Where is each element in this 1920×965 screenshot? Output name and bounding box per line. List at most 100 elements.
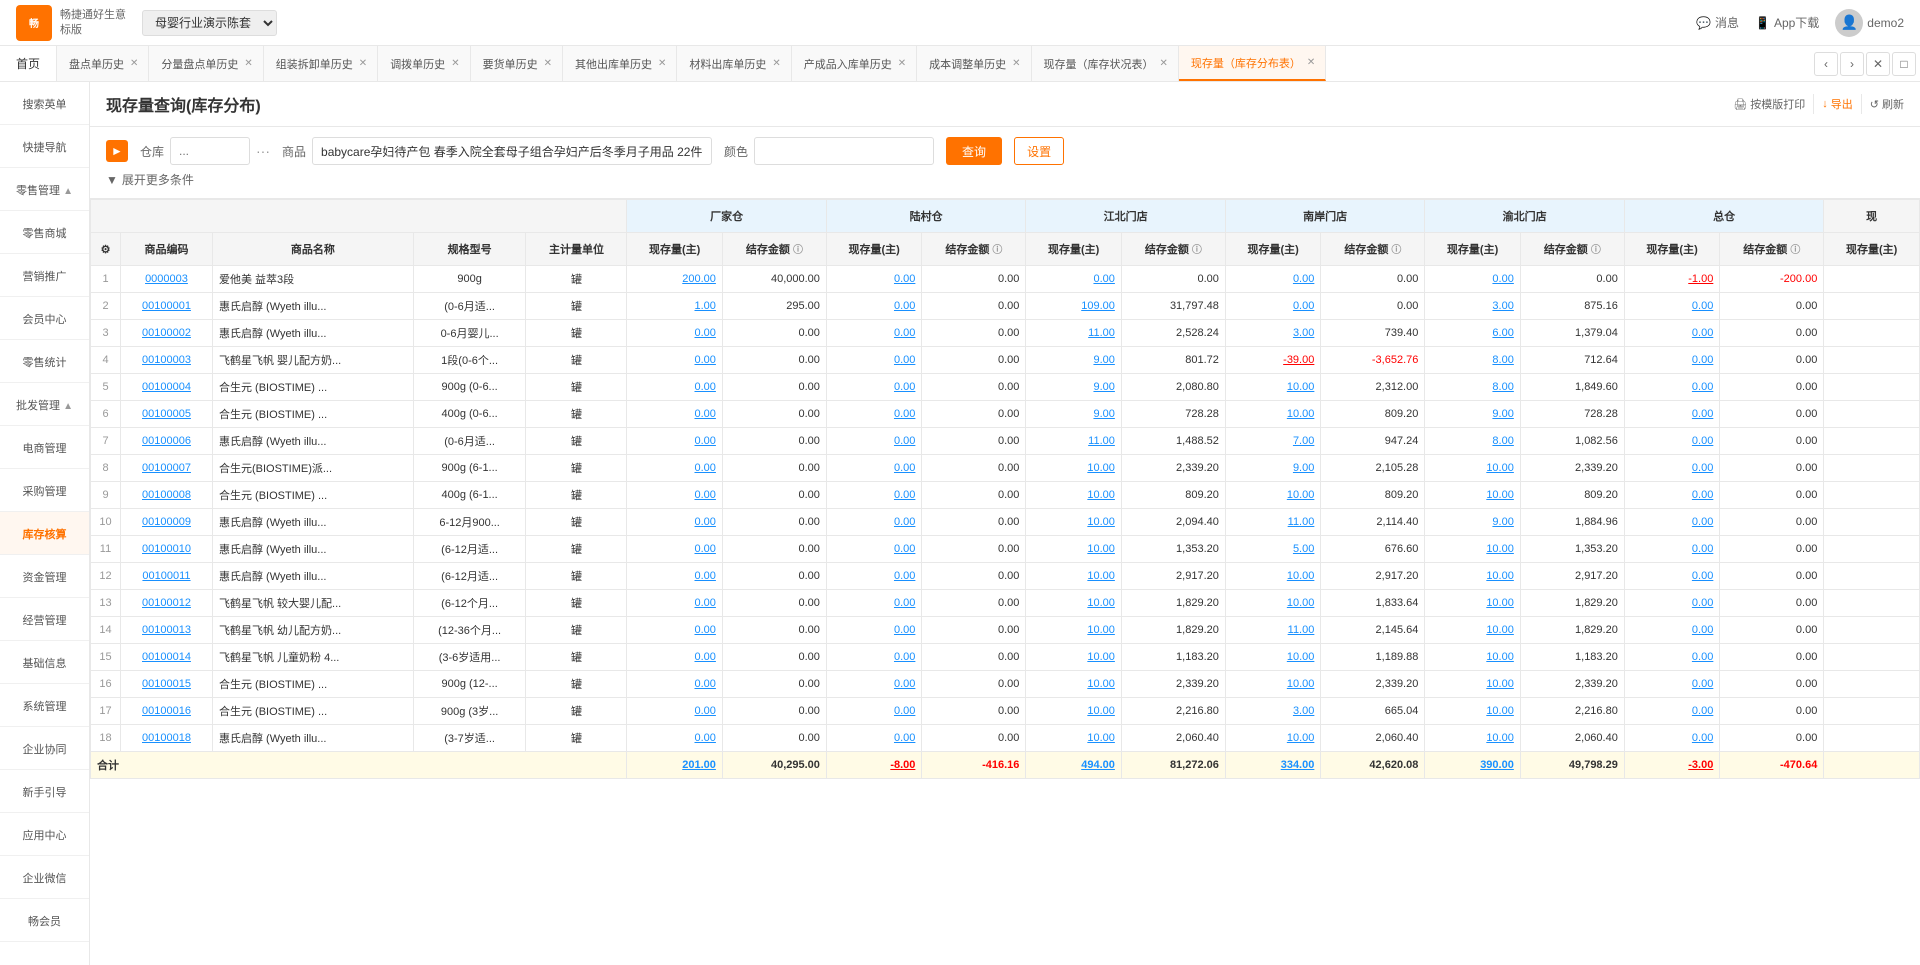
sidebar-item-6[interactable]: 零售统计 bbox=[0, 340, 89, 383]
row-factory-qty[interactable]: 200.00 bbox=[627, 266, 722, 293]
row-yubei-qty[interactable]: 10.00 bbox=[1425, 536, 1520, 563]
nav-dropdown[interactable]: 母婴行业演示陈套 bbox=[142, 10, 277, 36]
row-total-qty[interactable]: 0.00 bbox=[1624, 455, 1719, 482]
sidebar-item-15[interactable]: 企业协同 bbox=[0, 727, 89, 770]
row-nanan-qty[interactable]: 10.00 bbox=[1225, 401, 1320, 428]
summary-jiangbei-qty[interactable]: 494.00 bbox=[1026, 752, 1121, 779]
row-nanan-qty[interactable]: 0.00 bbox=[1225, 293, 1320, 320]
color-input[interactable] bbox=[754, 137, 934, 165]
row-yubei-qty[interactable]: 9.00 bbox=[1425, 401, 1520, 428]
row-yubei-qty[interactable]: 0.00 bbox=[1425, 266, 1520, 293]
row-code[interactable]: 00100011 bbox=[121, 563, 213, 590]
row-lucun-qty[interactable]: 0.00 bbox=[826, 644, 921, 671]
row-nanan-qty[interactable]: 11.00 bbox=[1225, 617, 1320, 644]
row-nanan-qty[interactable]: 10.00 bbox=[1225, 482, 1320, 509]
sidebar-item-9[interactable]: 采购管理 bbox=[0, 469, 89, 512]
sidebar-item-18[interactable]: 企业微信 bbox=[0, 856, 89, 899]
row-yubei-qty[interactable]: 10.00 bbox=[1425, 482, 1520, 509]
row-factory-qty[interactable]: 0.00 bbox=[627, 374, 722, 401]
setting-btn[interactable]: 设置 bbox=[1014, 137, 1064, 165]
row-total-qty[interactable]: 0.00 bbox=[1624, 401, 1719, 428]
tab-item-6[interactable]: 其他出库单历史✕ bbox=[563, 46, 677, 81]
row-code[interactable]: 00100004 bbox=[121, 374, 213, 401]
row-total-qty[interactable]: 0.00 bbox=[1624, 293, 1719, 320]
tab-item-4[interactable]: 调拨单历史✕ bbox=[378, 46, 470, 81]
tab-close-icon[interactable]: ✕ bbox=[772, 58, 780, 69]
row-lucun-qty[interactable]: 0.00 bbox=[826, 509, 921, 536]
row-yubei-qty[interactable]: 9.00 bbox=[1425, 509, 1520, 536]
row-code[interactable]: 00100005 bbox=[121, 401, 213, 428]
row-lucun-qty[interactable]: 0.00 bbox=[826, 347, 921, 374]
row-nanan-qty[interactable]: 3.00 bbox=[1225, 320, 1320, 347]
row-code[interactable]: 00100010 bbox=[121, 536, 213, 563]
tab-item-1[interactable]: 盘点单历史✕ bbox=[57, 46, 149, 81]
row-jiangbei-qty[interactable]: 10.00 bbox=[1026, 671, 1121, 698]
tab-close-icon[interactable]: ✕ bbox=[1160, 58, 1168, 69]
warehouse-input[interactable] bbox=[170, 137, 250, 165]
sidebar-item-10[interactable]: 库存核算 bbox=[0, 512, 89, 555]
summary-yubei-qty[interactable]: 390.00 bbox=[1425, 752, 1520, 779]
row-yubei-qty[interactable]: 10.00 bbox=[1425, 563, 1520, 590]
summary-total-qty[interactable]: -3.00 bbox=[1624, 752, 1719, 779]
tab-item-2[interactable]: 分量盘点单历史✕ bbox=[149, 46, 263, 81]
tab-close-icon[interactable]: ✕ bbox=[359, 58, 367, 69]
user-area[interactable]: 👤 demo2 bbox=[1835, 9, 1904, 37]
sidebar-item-16[interactable]: 新手引导 bbox=[0, 770, 89, 813]
row-lucun-qty[interactable]: 0.00 bbox=[826, 428, 921, 455]
row-code[interactable]: 0000003 bbox=[121, 266, 213, 293]
summary-factory-qty[interactable]: 201.00 bbox=[627, 752, 722, 779]
row-nanan-qty[interactable]: 10.00 bbox=[1225, 374, 1320, 401]
row-lucun-qty[interactable]: 0.00 bbox=[826, 320, 921, 347]
tab-item-8[interactable]: 产成品入库单历史✕ bbox=[792, 46, 917, 81]
row-yubei-qty[interactable]: 10.00 bbox=[1425, 644, 1520, 671]
row-jiangbei-qty[interactable]: 109.00 bbox=[1026, 293, 1121, 320]
th-gear[interactable]: ⚙ bbox=[91, 233, 121, 266]
tab-close-icon[interactable]: ✕ bbox=[658, 58, 666, 69]
row-total-qty[interactable]: 0.00 bbox=[1624, 617, 1719, 644]
row-factory-qty[interactable]: 0.00 bbox=[627, 563, 722, 590]
row-jiangbei-qty[interactable]: 10.00 bbox=[1026, 698, 1121, 725]
row-code[interactable]: 00100008 bbox=[121, 482, 213, 509]
row-jiangbei-qty[interactable]: 9.00 bbox=[1026, 401, 1121, 428]
row-lucun-qty[interactable]: 0.00 bbox=[826, 482, 921, 509]
tab-close-icon[interactable]: ✕ bbox=[451, 58, 459, 69]
row-factory-qty[interactable]: 0.00 bbox=[627, 455, 722, 482]
row-lucun-qty[interactable]: 0.00 bbox=[826, 401, 921, 428]
tab-item-7[interactable]: 材料出库单历史✕ bbox=[677, 46, 791, 81]
row-lucun-qty[interactable]: 0.00 bbox=[826, 266, 921, 293]
row-factory-qty[interactable]: 0.00 bbox=[627, 320, 722, 347]
sidebar-item-19[interactable]: 畅会员 bbox=[0, 899, 89, 942]
row-jiangbei-qty[interactable]: 10.00 bbox=[1026, 617, 1121, 644]
app-download-btn[interactable]: 📱 App下载 bbox=[1755, 14, 1819, 31]
tab-item-5[interactable]: 要货单历史✕ bbox=[471, 46, 563, 81]
row-nanan-qty[interactable]: 3.00 bbox=[1225, 698, 1320, 725]
row-yubei-qty[interactable]: 8.00 bbox=[1425, 347, 1520, 374]
tab-item-11[interactable]: 现存量（库存分布表）✕ bbox=[1179, 46, 1326, 81]
sidebar-item-4[interactable]: 营销推广 bbox=[0, 254, 89, 297]
row-yubei-qty[interactable]: 10.00 bbox=[1425, 617, 1520, 644]
row-lucun-qty[interactable]: 0.00 bbox=[826, 698, 921, 725]
row-code[interactable]: 00100013 bbox=[121, 617, 213, 644]
row-lucun-qty[interactable]: 0.00 bbox=[826, 455, 921, 482]
tab-item-9[interactable]: 成本调整单历史✕ bbox=[917, 46, 1031, 81]
tab-close-icon[interactable]: ✕ bbox=[1012, 58, 1020, 69]
row-total-qty[interactable]: 0.00 bbox=[1624, 428, 1719, 455]
row-factory-qty[interactable]: 0.00 bbox=[627, 536, 722, 563]
row-yubei-qty[interactable]: 8.00 bbox=[1425, 428, 1520, 455]
row-total-qty[interactable]: 0.00 bbox=[1624, 536, 1719, 563]
row-total-qty[interactable]: 0.00 bbox=[1624, 374, 1719, 401]
row-total-qty[interactable]: 0.00 bbox=[1624, 347, 1719, 374]
row-nanan-qty[interactable]: 10.00 bbox=[1225, 671, 1320, 698]
row-total-qty[interactable]: 0.00 bbox=[1624, 320, 1719, 347]
export-btn[interactable]: ↓ 导出 bbox=[1822, 96, 1853, 112]
row-lucun-qty[interactable]: 0.00 bbox=[826, 536, 921, 563]
sidebar-item-13[interactable]: 基础信息 bbox=[0, 641, 89, 684]
row-factory-qty[interactable]: 1.00 bbox=[627, 293, 722, 320]
row-jiangbei-qty[interactable]: 10.00 bbox=[1026, 509, 1121, 536]
row-jiangbei-qty[interactable]: 9.00 bbox=[1026, 374, 1121, 401]
row-nanan-qty[interactable]: 11.00 bbox=[1225, 509, 1320, 536]
row-factory-qty[interactable]: 0.00 bbox=[627, 347, 722, 374]
row-factory-qty[interactable]: 0.00 bbox=[627, 509, 722, 536]
row-code[interactable]: 00100001 bbox=[121, 293, 213, 320]
tab-close-icon[interactable]: ✕ bbox=[130, 58, 138, 69]
